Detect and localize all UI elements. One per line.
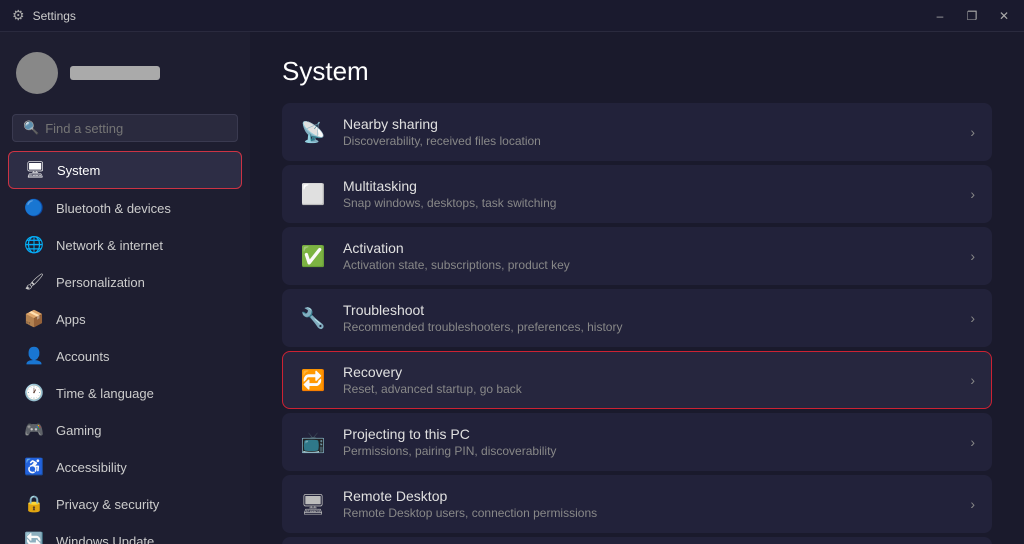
setting-title-remote-desktop: Remote Desktop (343, 488, 954, 504)
user-profile (0, 40, 250, 106)
avatar (16, 52, 58, 94)
setting-desc-recovery: Reset, advanced startup, go back (343, 382, 954, 396)
setting-text-projecting: Projecting to this PC Permissions, pairin… (343, 426, 954, 458)
projecting-icon: 📺 (299, 430, 327, 455)
app-body: 🔍 🖥 System 🔵 Bluetooth & devices 🌐 Network & … (0, 32, 1024, 544)
search-icon: 🔍 (23, 120, 39, 136)
setting-title-activation: Activation (343, 240, 954, 256)
sidebar-item-system[interactable]: 🖥 System (8, 151, 242, 189)
sidebar-item-label-gaming: Gaming (56, 423, 102, 438)
setting-desc-projecting: Permissions, pairing PIN, discoverabilit… (343, 444, 954, 458)
sidebar-item-accounts[interactable]: 👤 Accounts (8, 338, 242, 374)
titlebar-title: Settings (33, 9, 932, 23)
close-button[interactable]: ✕ (996, 9, 1012, 23)
chevron-right-icon: › (970, 496, 975, 512)
main-content: System 📡 Nearby sharing Discoverability, r… (250, 32, 1024, 544)
bluetooth-icon: 🔵 (24, 198, 44, 218)
sidebar-item-label-accessibility: Accessibility (56, 460, 127, 475)
personalization-icon: 🖌 (24, 272, 44, 292)
sidebar-item-label-personalization: Personalization (56, 275, 145, 290)
setting-desc-multitasking: Snap windows, desktops, task switching (343, 196, 954, 210)
sidebar-item-label-privacy: Privacy & security (56, 497, 159, 512)
settings-icon: ⚙ (12, 7, 25, 24)
setting-item-clipboard[interactable]: 📋ClipboardCut and copy history, sync, cl… (282, 537, 992, 544)
troubleshoot-icon: 🔧 (299, 306, 327, 331)
remote-desktop-icon: 🖥 (299, 492, 327, 517)
apps-icon: 📦 (24, 309, 44, 329)
sidebar-item-gaming[interactable]: 🎮 Gaming (8, 412, 242, 448)
titlebar: ⚙ Settings – ❐ ✕ (0, 0, 1024, 32)
setting-title-projecting: Projecting to this PC (343, 426, 954, 442)
setting-desc-nearby-sharing: Discoverability, received files location (343, 134, 954, 148)
setting-item-remote-desktop[interactable]: 🖥 Remote Desktop Remote Desktop users, con… (282, 475, 992, 533)
sidebar-item-privacy[interactable]: 🔒 Privacy & security (8, 486, 242, 522)
minimize-button[interactable]: – (932, 9, 948, 23)
titlebar-controls: – ❐ ✕ (932, 9, 1012, 23)
system-icon: 🖥 (25, 160, 45, 180)
setting-text-remote-desktop: Remote Desktop Remote Desktop users, conn… (343, 488, 954, 520)
activation-icon: ✅ (299, 244, 327, 269)
network-icon: 🌐 (24, 235, 44, 255)
setting-item-recovery[interactable]: 🔁 Recovery Reset, advanced startup, go bac… (282, 351, 992, 409)
chevron-right-icon: › (970, 372, 975, 388)
accounts-icon: 👤 (24, 346, 44, 366)
setting-item-nearby-sharing[interactable]: 📡 Nearby sharing Discoverability, received… (282, 103, 992, 161)
accessibility-icon: ♿ (24, 457, 44, 477)
sidebar-item-bluetooth[interactable]: 🔵 Bluetooth & devices (8, 190, 242, 226)
sidebar-item-label-time: Time & language (56, 386, 154, 401)
time-icon: 🕐 (24, 383, 44, 403)
multitasking-icon: ⬜ (299, 182, 327, 207)
privacy-icon: 🔒 (24, 494, 44, 514)
setting-text-multitasking: Multitasking Snap windows, desktops, task… (343, 178, 954, 210)
username-placeholder (70, 66, 160, 80)
setting-item-activation[interactable]: ✅ Activation Activation state, subscriptio… (282, 227, 992, 285)
setting-desc-activation: Activation state, subscriptions, product… (343, 258, 954, 272)
setting-desc-troubleshoot: Recommended troubleshooters, preferences… (343, 320, 954, 334)
search-input[interactable] (45, 121, 227, 136)
sidebar-item-network[interactable]: 🌐 Network & internet (8, 227, 242, 263)
nearby-sharing-icon: 📡 (299, 120, 327, 145)
setting-title-nearby-sharing: Nearby sharing (343, 116, 954, 132)
nav-list: 🖥 System 🔵 Bluetooth & devices 🌐 Network & in… (0, 150, 250, 544)
search-box[interactable]: 🔍 (12, 114, 238, 142)
restore-button[interactable]: ❐ (964, 9, 980, 23)
update-icon: 🔄 (24, 531, 44, 544)
gaming-icon: 🎮 (24, 420, 44, 440)
sidebar-item-label-bluetooth: Bluetooth & devices (56, 201, 171, 216)
sidebar-item-apps[interactable]: 📦 Apps (8, 301, 242, 337)
sidebar-item-label-system: System (57, 163, 100, 178)
setting-list: 📡 Nearby sharing Discoverability, received… (282, 103, 992, 544)
recovery-icon: 🔁 (299, 368, 327, 393)
setting-text-recovery: Recovery Reset, advanced startup, go back (343, 364, 954, 396)
setting-desc-remote-desktop: Remote Desktop users, connection permiss… (343, 506, 954, 520)
setting-item-multitasking[interactable]: ⬜ Multitasking Snap windows, desktops, tas… (282, 165, 992, 223)
sidebar-item-label-apps: Apps (56, 312, 86, 327)
sidebar-item-time[interactable]: 🕐 Time & language (8, 375, 242, 411)
sidebar-item-update[interactable]: 🔄 Windows Update (8, 523, 242, 544)
sidebar-item-label-update: Windows Update (56, 534, 154, 544)
setting-item-projecting[interactable]: 📺 Projecting to this PC Permissions, pairi… (282, 413, 992, 471)
chevron-right-icon: › (970, 124, 975, 140)
sidebar-item-accessibility[interactable]: ♿ Accessibility (8, 449, 242, 485)
chevron-right-icon: › (970, 434, 975, 450)
sidebar-item-label-accounts: Accounts (56, 349, 109, 364)
sidebar-item-label-network: Network & internet (56, 238, 163, 253)
setting-text-nearby-sharing: Nearby sharing Discoverability, received … (343, 116, 954, 148)
setting-title-recovery: Recovery (343, 364, 954, 380)
chevron-right-icon: › (970, 310, 975, 326)
page-title: System (282, 56, 992, 87)
setting-title-troubleshoot: Troubleshoot (343, 302, 954, 318)
chevron-right-icon: › (970, 186, 975, 202)
sidebar: 🔍 🖥 System 🔵 Bluetooth & devices 🌐 Network & … (0, 32, 250, 544)
setting-text-activation: Activation Activation state, subscription… (343, 240, 954, 272)
setting-title-multitasking: Multitasking (343, 178, 954, 194)
chevron-right-icon: › (970, 248, 975, 264)
setting-item-troubleshoot[interactable]: 🔧 Troubleshoot Recommended troubleshooters… (282, 289, 992, 347)
setting-text-troubleshoot: Troubleshoot Recommended troubleshooters,… (343, 302, 954, 334)
sidebar-item-personalization[interactable]: 🖌 Personalization (8, 264, 242, 300)
